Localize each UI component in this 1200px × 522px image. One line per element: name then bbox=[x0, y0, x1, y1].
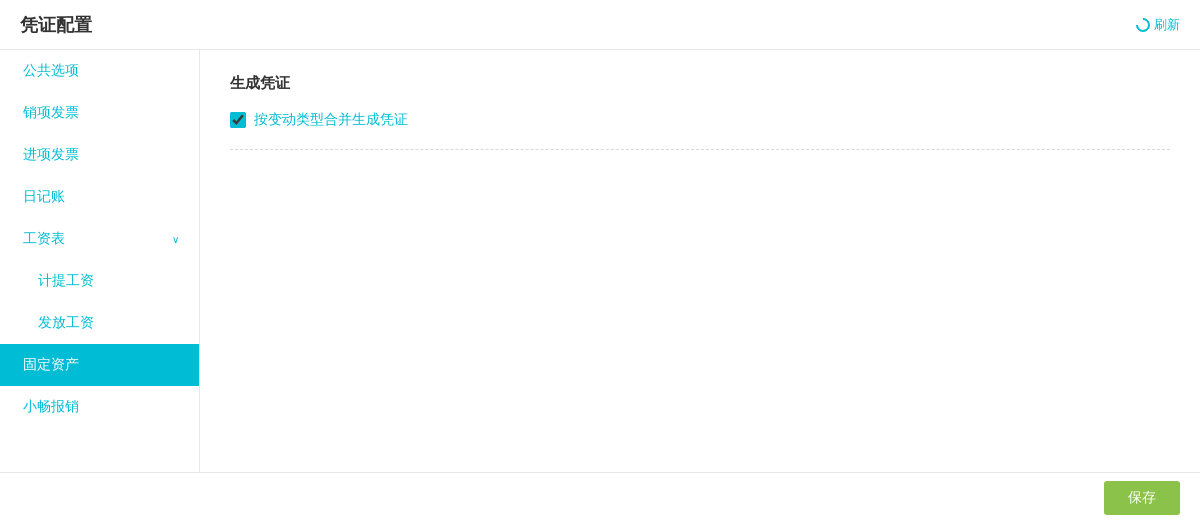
page-footer: 保存 bbox=[0, 472, 1200, 522]
merge-checkbox[interactable] bbox=[230, 112, 246, 128]
content-area: 生成凭证 按变动类型合并生成凭证 bbox=[200, 50, 1200, 472]
sidebar-item-label: 日记账 bbox=[23, 188, 65, 206]
section-divider bbox=[230, 149, 1170, 150]
page-header: 凭证配置 刷新 bbox=[0, 0, 1200, 50]
sidebar-item-label: 发放工资 bbox=[38, 314, 94, 332]
sidebar-item-public-options[interactable]: 公共选项 bbox=[0, 50, 199, 92]
sidebar: 公共选项销项发票进项发票日记账工资表 ∨ 计提工资发放工资固定资产小畅报销 bbox=[0, 50, 200, 472]
sidebar-item-payroll-issue[interactable]: 发放工资 bbox=[0, 302, 199, 344]
refresh-label: 刷新 bbox=[1154, 16, 1180, 34]
checkbox-row: 按变动类型合并生成凭证 bbox=[230, 111, 1170, 129]
refresh-button[interactable]: 刷新 bbox=[1136, 16, 1180, 34]
sidebar-item-payroll-calc[interactable]: 计提工资 bbox=[0, 260, 199, 302]
sidebar-item-purchase-invoice[interactable]: 进项发票 bbox=[0, 134, 199, 176]
section-title: 生成凭证 bbox=[230, 74, 1170, 93]
sidebar-item-label: 小畅报销 bbox=[23, 398, 79, 416]
chevron-down-icon: ∨ bbox=[172, 234, 179, 245]
sidebar-item-label: 工资表 bbox=[23, 230, 65, 248]
sidebar-item-fixed-assets[interactable]: 固定资产 bbox=[0, 344, 199, 386]
merge-checkbox-label[interactable]: 按变动类型合并生成凭证 bbox=[254, 111, 408, 129]
sidebar-item-payroll[interactable]: 工资表 ∨ bbox=[0, 218, 199, 260]
main-layout: 公共选项销项发票进项发票日记账工资表 ∨ 计提工资发放工资固定资产小畅报销 生成凭证… bbox=[0, 50, 1200, 472]
sidebar-item-label: 固定资产 bbox=[23, 356, 79, 374]
sidebar-item-sales-invoice[interactable]: 销项发票 bbox=[0, 92, 199, 134]
refresh-icon bbox=[1133, 15, 1153, 35]
sidebar-item-label: 公共选项 bbox=[23, 62, 79, 80]
sidebar-item-label: 计提工资 bbox=[38, 272, 94, 290]
sidebar-item-journal[interactable]: 日记账 bbox=[0, 176, 199, 218]
sidebar-item-expense-claim[interactable]: 小畅报销 bbox=[0, 386, 199, 428]
sidebar-item-label: 进项发票 bbox=[23, 146, 79, 164]
page-title: 凭证配置 bbox=[20, 13, 92, 37]
save-button[interactable]: 保存 bbox=[1104, 481, 1180, 515]
sidebar-item-label: 销项发票 bbox=[23, 104, 79, 122]
